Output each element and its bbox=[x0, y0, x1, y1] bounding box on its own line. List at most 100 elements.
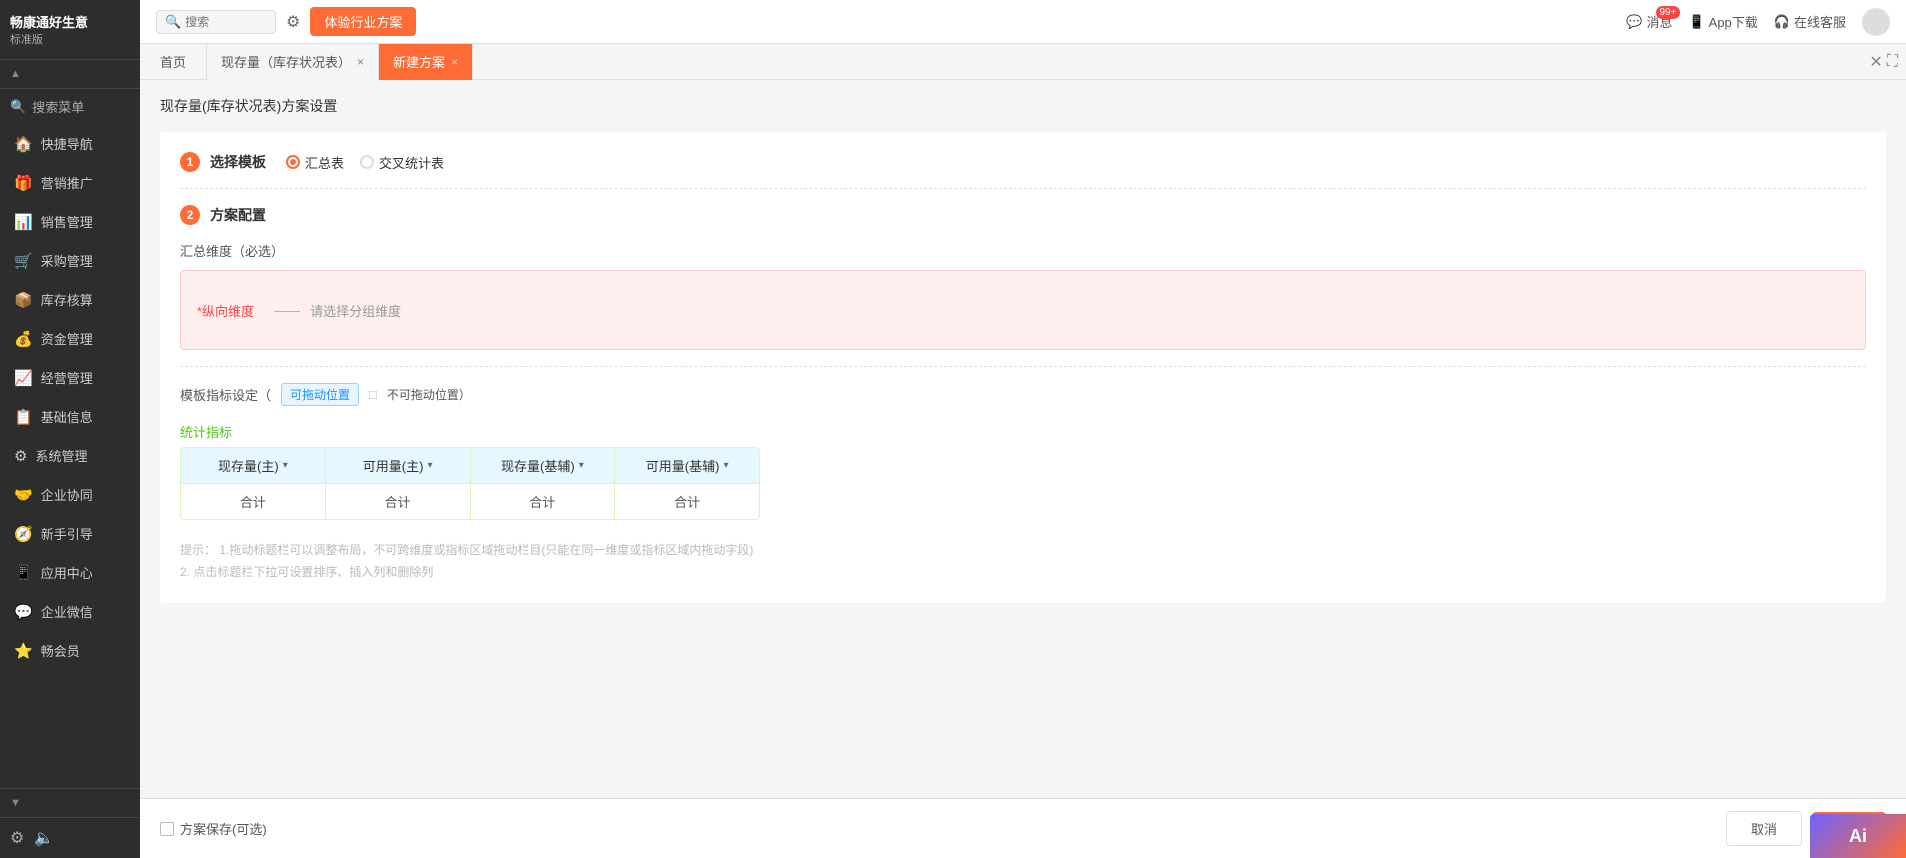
content-area: 现存量(库存状况表)方案设置 1 选择模板 汇总表 交叉统计表 bbox=[140, 80, 1906, 798]
template-radio-group: 汇总表 交叉统计表 bbox=[286, 153, 444, 172]
sidebar-nav: 🔍 搜索菜单 🏠 快捷导航 🎁 营销推广 📊 销售管理 🛒 采购管理 📦 库存核… bbox=[0, 89, 140, 788]
tip-1: 提示： 1.拖动标题栏可以调整布局，不可跨维度或指标区域拖动栏目(只能在同一维度… bbox=[180, 540, 1866, 562]
gear-icon: ⚙ bbox=[14, 447, 27, 465]
handshake-icon: 🤝 bbox=[14, 486, 33, 504]
app-download-label: App下载 bbox=[1709, 12, 1758, 31]
user-avatar[interactable] bbox=[1862, 8, 1890, 36]
page-title: 现存量(库存状况表)方案设置 bbox=[160, 96, 1886, 116]
topbar-search-input[interactable] bbox=[185, 15, 265, 29]
sidebar-item-sales[interactable]: 📊 销售管理 bbox=[0, 202, 140, 241]
stats-table-header: 现存量(主) ▾ 合计 可用量(主) ▾ 合计 bbox=[181, 448, 759, 519]
app-download-btn[interactable]: 📱 App下载 bbox=[1688, 12, 1757, 31]
radio-summary-label: 汇总表 bbox=[305, 153, 344, 172]
sidebar-item-label: 经营管理 bbox=[41, 368, 93, 387]
ai-button[interactable]: Ai bbox=[1810, 814, 1906, 858]
stats-col-3-label: 现存量(基辅) bbox=[501, 456, 575, 475]
online-service-btn[interactable]: 🎧 在线客服 bbox=[1774, 12, 1846, 31]
col4-chevron-icon[interactable]: ▾ bbox=[723, 460, 728, 471]
sidebar-item-basics[interactable]: 📋 基础信息 bbox=[0, 397, 140, 436]
stats-col-2-header[interactable]: 可用量(主) ▾ bbox=[326, 448, 470, 484]
topbar-right: 💬 消息 99+ 📱 App下载 🎧 在线客服 bbox=[1626, 8, 1890, 36]
stats-col-2-label: 可用量(主) bbox=[363, 456, 424, 475]
summary-dimension-label: 汇总维度（必选） bbox=[180, 241, 1866, 260]
tab-inventory-status[interactable]: 现存量（库存状况表） × bbox=[207, 44, 379, 80]
tabs-bar: 首页 现存量（库存状况表） × 新建方案 × ✕ ⛶ bbox=[140, 44, 1906, 80]
sidebar-item-label: 采购管理 bbox=[41, 251, 93, 270]
app-logo: 畅康通好生意 标准版 bbox=[0, 0, 140, 60]
stats-col-1-header[interactable]: 现存量(主) ▾ bbox=[181, 448, 325, 484]
sidebar-search[interactable]: 🔍 搜索菜单 bbox=[0, 89, 140, 124]
draggable-tag: 可拖动位置 bbox=[281, 383, 359, 406]
speaker-icon[interactable]: 🔈 bbox=[34, 828, 54, 848]
sidebar-item-operations[interactable]: 📈 经营管理 bbox=[0, 358, 140, 397]
scroll-down-arrow[interactable]: ▼ bbox=[0, 793, 31, 813]
step2-badge: 2 bbox=[180, 205, 200, 225]
chart-icon: 📊 bbox=[14, 213, 33, 231]
scroll-up-arrow[interactable]: ▲ bbox=[0, 64, 31, 84]
tab-new-plan-close[interactable]: × bbox=[451, 55, 458, 69]
home-icon: 🏠 bbox=[14, 135, 33, 153]
online-service-label: 在线客服 bbox=[1794, 12, 1846, 31]
step-divider bbox=[180, 188, 1866, 189]
trending-icon: 📈 bbox=[14, 369, 33, 387]
star-icon: ⭐ bbox=[14, 642, 33, 660]
step1-badge: 1 bbox=[180, 152, 200, 172]
trial-btn[interactable]: 体验行业方案 bbox=[310, 7, 416, 36]
save-checkbox[interactable] bbox=[160, 822, 174, 836]
headset-icon: 🎧 bbox=[1774, 14, 1790, 30]
sidebar-item-quicknav[interactable]: 🏠 快捷导航 bbox=[0, 124, 140, 163]
topbar: 🔍 ⚙ 体验行业方案 💬 消息 99+ 📱 App下载 🎧 在线客服 bbox=[140, 0, 1906, 44]
sidebar-item-finance[interactable]: 💰 资金管理 bbox=[0, 319, 140, 358]
tab-expand-icon[interactable]: ⛶ bbox=[1887, 53, 1898, 71]
stats-col-4-body: 合计 bbox=[615, 484, 759, 519]
tab-home[interactable]: 首页 bbox=[140, 44, 207, 80]
sidebar-item-label: 营销推广 bbox=[41, 173, 93, 192]
sidebar-item-label: 企业微信 bbox=[41, 602, 93, 621]
stats-col-2: 可用量(主) ▾ 合计 bbox=[326, 448, 471, 519]
sidebar-item-wechat[interactable]: 💬 企业微信 bbox=[0, 592, 140, 631]
sidebar-item-label: 快捷导航 bbox=[41, 134, 93, 153]
stats-col-2-body: 合计 bbox=[326, 484, 470, 519]
sidebar-item-newguide[interactable]: 🧭 新手引导 bbox=[0, 514, 140, 553]
col1-chevron-icon[interactable]: ▾ bbox=[283, 460, 288, 471]
sidebar-item-marketing[interactable]: 🎁 营销推广 bbox=[0, 163, 140, 202]
msg-button[interactable]: 💬 消息 99+ bbox=[1626, 12, 1672, 31]
sidebar-item-system[interactable]: ⚙ 系统管理 bbox=[0, 436, 140, 475]
step1-label: 选择模板 bbox=[210, 152, 266, 172]
sidebar-item-member[interactable]: ⭐ 畅会员 bbox=[0, 631, 140, 670]
col2-chevron-icon[interactable]: ▾ bbox=[427, 460, 432, 471]
step1-row: 1 选择模板 汇总表 交叉统计表 bbox=[180, 152, 1866, 172]
settings-icon[interactable]: ⚙ bbox=[10, 828, 24, 848]
separator: —— bbox=[274, 303, 300, 318]
cancel-button[interactable]: 取消 bbox=[1726, 811, 1802, 846]
indicator-divider bbox=[180, 366, 1866, 367]
tab-new-plan[interactable]: 新建方案 × bbox=[379, 44, 473, 80]
sidebar-item-appcenter[interactable]: 📱 应用中心 bbox=[0, 553, 140, 592]
tabs-actions: ✕ ⛶ bbox=[1869, 52, 1906, 72]
sidebar-item-label: 资金管理 bbox=[41, 329, 93, 348]
tab-close-icon[interactable]: ✕ bbox=[1869, 52, 1882, 72]
search-icon: 🔍 bbox=[165, 14, 181, 30]
radio-crosstab[interactable]: 交叉统计表 bbox=[360, 153, 444, 172]
vertical-dim-label: *纵向维度 bbox=[197, 301, 254, 320]
required-area: *纵向维度 —— 请选择分组维度 bbox=[180, 270, 1866, 350]
save-option[interactable]: 方案保存(可选) bbox=[160, 819, 267, 838]
radio-summary[interactable]: 汇总表 bbox=[286, 153, 344, 172]
col3-chevron-icon[interactable]: ▾ bbox=[579, 460, 584, 471]
radio-summary-dot bbox=[286, 155, 300, 169]
sidebar-item-inventory[interactable]: 📦 库存核算 bbox=[0, 280, 140, 319]
vertical-dim-placeholder[interactable]: 请选择分组维度 bbox=[310, 301, 401, 320]
clipboard-icon: 📋 bbox=[14, 408, 33, 426]
stats-col-4: 可用量(基辅) ▾ 合计 bbox=[615, 448, 759, 519]
ai-label: Ai bbox=[1849, 826, 1867, 847]
stats-col-4-header[interactable]: 可用量(基辅) ▾ bbox=[615, 448, 759, 484]
tab-inventory-status-close[interactable]: × bbox=[357, 55, 364, 69]
sidebar-item-cooperation[interactable]: 🤝 企业协同 bbox=[0, 475, 140, 514]
sidebar-item-label: 畅会员 bbox=[41, 641, 80, 660]
stats-col-3-header[interactable]: 现存量(基辅) ▾ bbox=[471, 448, 615, 484]
msg-icon: 💬 bbox=[1626, 14, 1642, 30]
topbar-gear-icon[interactable]: ⚙ bbox=[286, 12, 300, 32]
sidebar-item-purchase[interactable]: 🛒 采购管理 bbox=[0, 241, 140, 280]
stats-table: 现存量(主) ▾ 合计 可用量(主) ▾ 合计 bbox=[180, 447, 760, 520]
topbar-search-box[interactable]: 🔍 bbox=[156, 10, 276, 34]
